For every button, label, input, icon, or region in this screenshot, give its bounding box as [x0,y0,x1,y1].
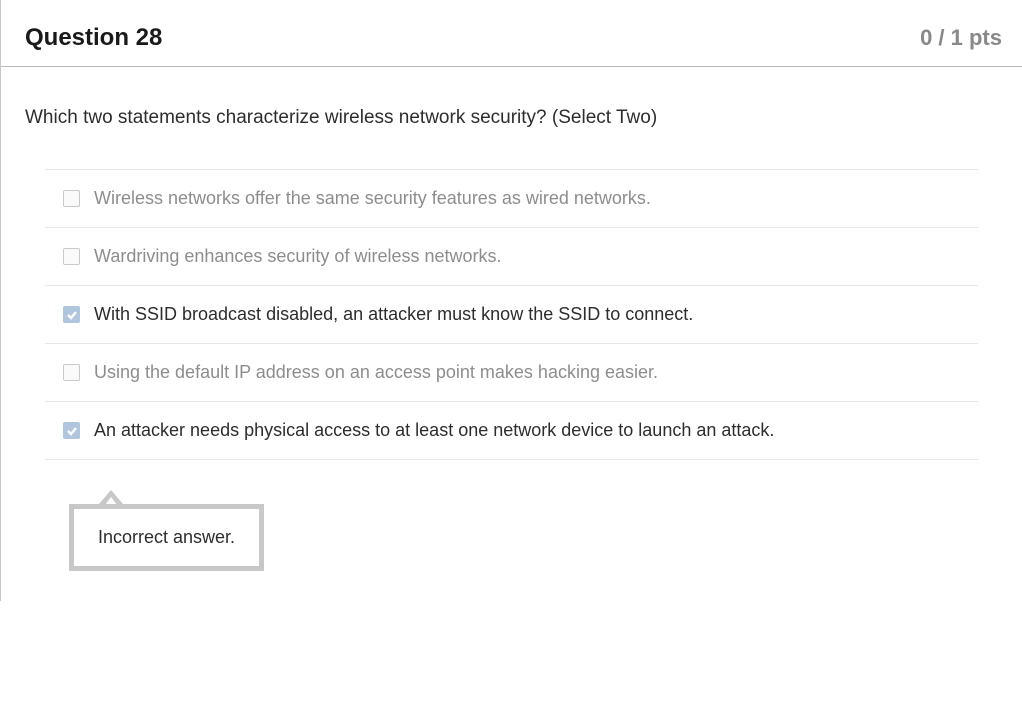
question-title: Question 28 [25,24,162,52]
checkbox-icon [63,248,80,265]
checkbox-checked-icon [63,422,80,439]
answer-text: Wardriving enhances security of wireless… [94,246,502,267]
checkbox-checked-icon [63,306,80,323]
quiz-container: Question 28 0 / 1 pts Which two statemen… [0,0,1022,601]
answer-text: An attacker needs physical access to at … [94,420,774,441]
answer-row[interactable]: With SSID broadcast disabled, an attacke… [45,285,978,343]
answer-row[interactable]: An attacker needs physical access to at … [45,401,978,460]
question-text: Which two statements characterize wirele… [25,107,998,129]
answer-text: Using the default IP address on an acces… [94,362,658,383]
feedback-text: Incorrect answer. [69,504,264,571]
answer-row[interactable]: Wardriving enhances security of wireless… [45,227,978,285]
checkbox-icon [63,190,80,207]
feedback-callout: Incorrect answer. [69,504,264,571]
answer-row[interactable]: Using the default IP address on an acces… [45,343,978,401]
answers-list: Wireless networks offer the same securit… [45,169,978,460]
answer-row[interactable]: Wireless networks offer the same securit… [45,169,978,227]
checkbox-icon [63,364,80,381]
question-body: Which two statements characterize wirele… [1,67,1022,571]
answer-text: Wireless networks offer the same securit… [94,188,651,209]
callout-arrow-icon [99,490,123,504]
question-points: 0 / 1 pts [920,25,1002,51]
answer-text: With SSID broadcast disabled, an attacke… [94,304,693,325]
question-header: Question 28 0 / 1 pts [1,0,1022,67]
